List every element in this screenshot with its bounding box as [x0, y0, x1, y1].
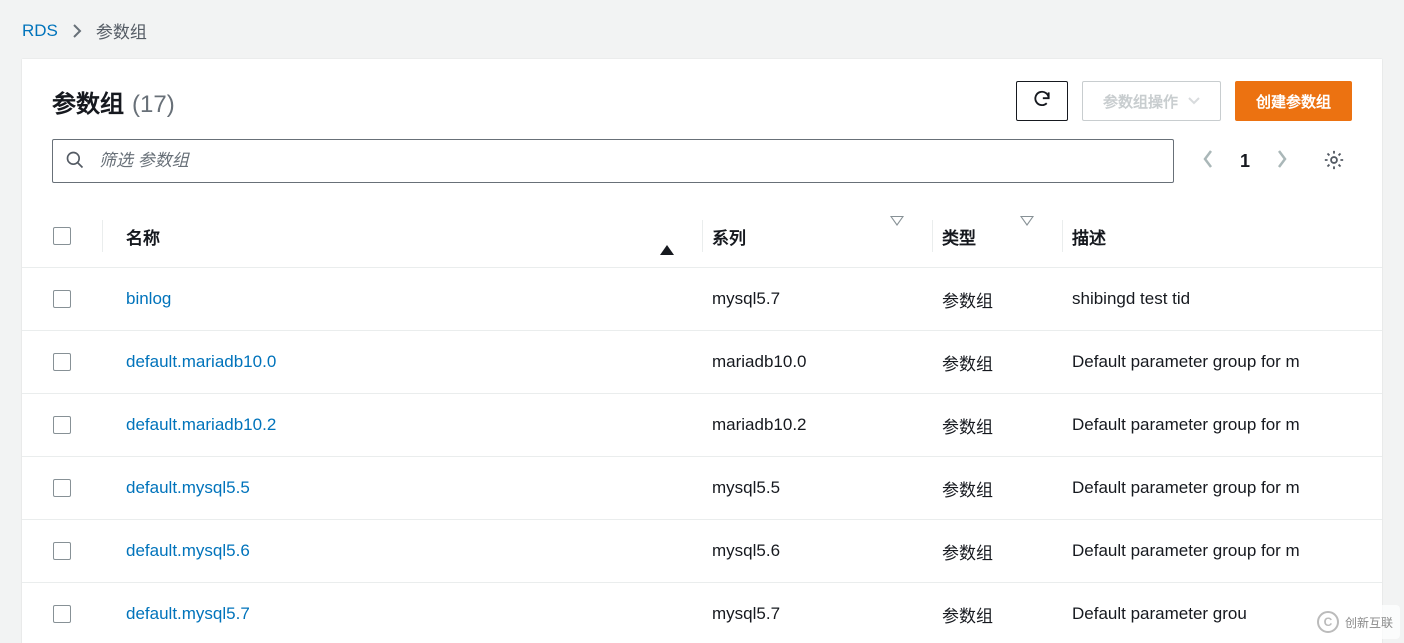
refresh-icon	[1032, 89, 1052, 113]
chevron-right-icon	[1276, 149, 1288, 174]
breadcrumb: RDS 参数组	[0, 0, 1404, 59]
row-checkbox[interactable]	[53, 416, 71, 434]
sort-icon	[890, 226, 904, 246]
column-header-series[interactable]: 系列	[702, 205, 932, 267]
table-row: binlog mysql5.7 参数组 shibingd test tid	[22, 267, 1382, 330]
row-type: 参数组	[942, 476, 993, 501]
table-row: default.mysql5.6 mysql5.6 参数组 Default pa…	[22, 519, 1382, 582]
column-header-description-label: 描述	[1072, 224, 1106, 249]
refresh-button[interactable]	[1016, 81, 1068, 121]
row-series: mysql5.7	[712, 289, 780, 309]
gear-icon	[1323, 149, 1345, 174]
row-series: mysql5.5	[712, 478, 780, 498]
row-description: shibingd test tid	[1072, 289, 1190, 309]
row-description: Default parameter group for m	[1072, 541, 1300, 561]
parameter-group-name-link[interactable]: default.mariadb10.2	[126, 415, 276, 435]
actions-label: 参数组操作	[1103, 91, 1178, 112]
select-all-checkbox[interactable]	[53, 227, 71, 245]
create-parameter-group-button[interactable]: 创建参数组	[1235, 81, 1352, 121]
settings-button[interactable]	[1316, 149, 1352, 174]
row-checkbox[interactable]	[53, 479, 71, 497]
row-series: mariadb10.0	[712, 352, 807, 372]
sort-icon	[1020, 226, 1034, 246]
column-header-name-label: 名称	[126, 224, 160, 249]
breadcrumb-root-link[interactable]: RDS	[22, 21, 58, 41]
sort-asc-icon	[660, 226, 674, 246]
item-count: (17)	[132, 91, 175, 119]
actions-dropdown-button[interactable]: 参数组操作	[1082, 81, 1221, 121]
column-header-name[interactable]: 名称	[102, 205, 702, 267]
parameter-group-name-link[interactable]: binlog	[126, 289, 171, 309]
row-series: mysql5.7	[712, 604, 780, 624]
table-row: default.mysql5.7 mysql5.7 参数组 Default pa…	[22, 582, 1382, 643]
parameter-group-name-link[interactable]: default.mysql5.5	[126, 478, 250, 498]
parameter-group-name-link[interactable]: default.mysql5.7	[126, 604, 250, 624]
table-row: default.mariadb10.2 mariadb10.2 参数组 Defa…	[22, 393, 1382, 456]
table-row: default.mysql5.5 mysql5.5 参数组 Default pa…	[22, 456, 1382, 519]
parameter-group-name-link[interactable]: default.mysql5.6	[126, 541, 250, 561]
row-checkbox[interactable]	[53, 290, 71, 308]
chevron-left-icon	[1202, 149, 1214, 174]
parameter-groups-table: 名称 系列 类型 描述 binlog	[22, 205, 1382, 643]
search-box[interactable]	[52, 139, 1174, 183]
pagination: 1	[1194, 143, 1296, 179]
row-series: mysql5.6	[712, 541, 780, 561]
row-type: 参数组	[942, 602, 993, 627]
row-checkbox[interactable]	[53, 605, 71, 623]
column-header-type[interactable]: 类型	[932, 205, 1062, 267]
row-checkbox[interactable]	[53, 353, 71, 371]
parameter-group-name-link[interactable]: default.mariadb10.0	[126, 352, 276, 372]
page-number: 1	[1240, 151, 1250, 172]
row-type: 参数组	[942, 287, 993, 312]
row-type: 参数组	[942, 350, 993, 375]
caret-down-icon	[1188, 97, 1200, 105]
watermark-text: 创新互联	[1345, 614, 1393, 631]
watermark-logo-icon: C	[1317, 611, 1339, 633]
table-header-row: 名称 系列 类型 描述	[22, 205, 1382, 267]
row-type: 参数组	[942, 413, 993, 438]
row-checkbox[interactable]	[53, 542, 71, 560]
next-page-button[interactable]	[1268, 143, 1296, 179]
row-description: Default parameter group for m	[1072, 478, 1300, 498]
column-header-type-label: 类型	[942, 224, 976, 249]
breadcrumb-current: 参数组	[96, 18, 147, 43]
column-header-series-label: 系列	[712, 224, 746, 249]
row-series: mariadb10.2	[712, 415, 807, 435]
chevron-right-icon	[72, 23, 82, 39]
row-description: Default parameter group for m	[1072, 415, 1300, 435]
row-description: Default parameter grou	[1072, 604, 1247, 624]
prev-page-button[interactable]	[1194, 143, 1222, 179]
page-title: 参数组	[52, 84, 124, 119]
column-header-description[interactable]: 描述	[1062, 205, 1382, 267]
parameter-groups-card: 参数组 (17) 参数组操作 创建参数组	[22, 59, 1382, 643]
search-input[interactable]	[97, 150, 1161, 172]
row-type: 参数组	[942, 539, 993, 564]
search-icon	[65, 150, 85, 173]
table-row: default.mariadb10.0 mariadb10.0 参数组 Defa…	[22, 330, 1382, 393]
row-description: Default parameter group for m	[1072, 352, 1300, 372]
watermark: C 创新互联	[1310, 605, 1400, 639]
